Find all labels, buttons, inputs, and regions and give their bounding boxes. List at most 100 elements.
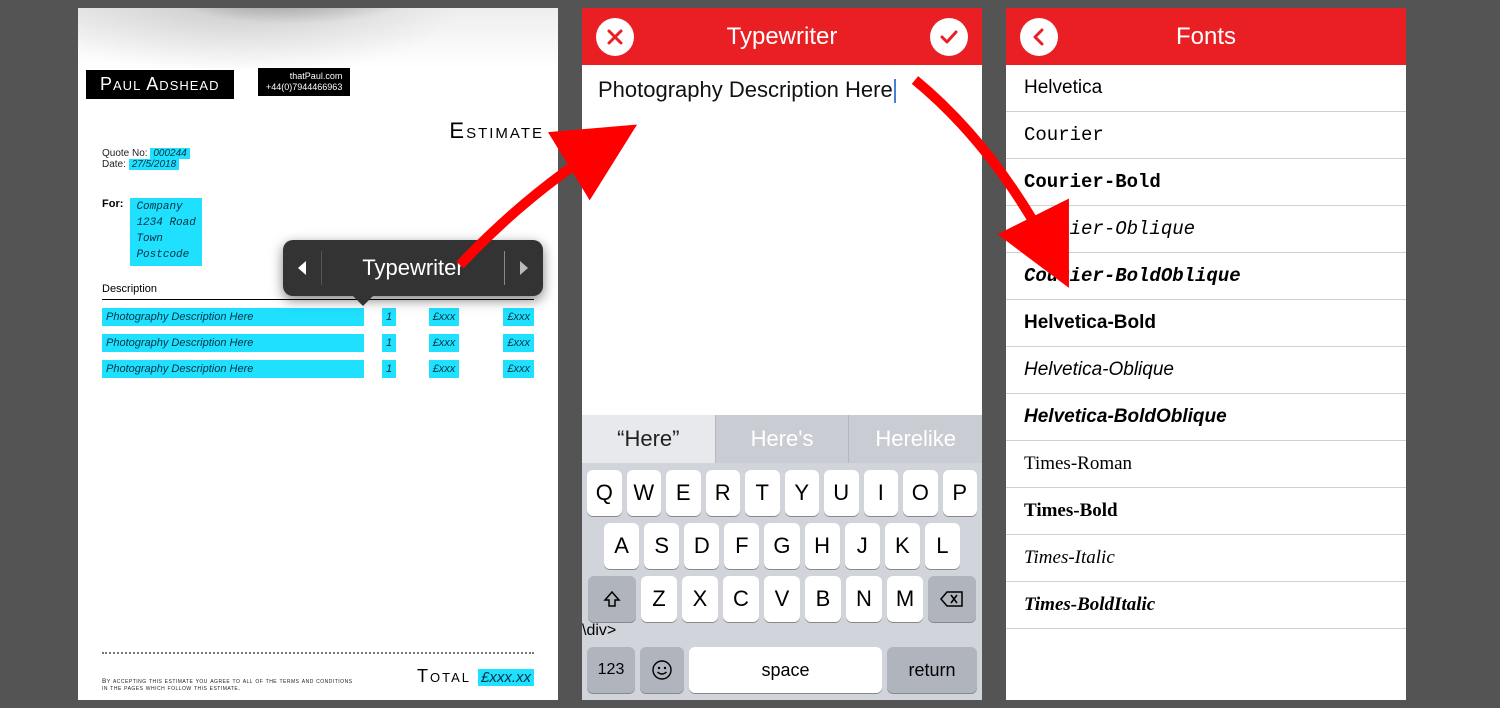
line-items-table: Description Amount Photography Descripti…	[102, 283, 534, 378]
key-t[interactable]: T	[745, 470, 780, 516]
recipient-address[interactable]: Company 1234 Road Town Postcode	[130, 198, 201, 266]
row-qty[interactable]: 1	[382, 334, 396, 352]
key-p[interactable]: P	[943, 470, 978, 516]
key-f[interactable]: F	[724, 523, 759, 569]
quote-label: Quote No:	[102, 148, 148, 159]
row-qty[interactable]: 1	[382, 360, 396, 378]
key-u[interactable]: U	[824, 470, 859, 516]
key-g[interactable]: G	[764, 523, 799, 569]
row-description[interactable]: Photography Description Here	[102, 360, 364, 378]
row-description[interactable]: Photography Description Here	[102, 308, 364, 326]
font-option[interactable]: Times-BoldItalic	[1006, 582, 1406, 629]
cancel-button[interactable]	[596, 18, 634, 56]
key-o[interactable]: O	[903, 470, 938, 516]
key-n[interactable]: N	[846, 576, 882, 622]
shift-key[interactable]	[588, 576, 636, 622]
total-label: Total	[417, 666, 471, 686]
key-j[interactable]: J	[845, 523, 880, 569]
key-b[interactable]: B	[805, 576, 841, 622]
key-q[interactable]: Q	[587, 470, 622, 516]
typewriter-title: Typewriter	[727, 23, 838, 51]
font-option[interactable]: Helvetica-Oblique	[1006, 347, 1406, 394]
total-value[interactable]: £xxx.xx	[478, 669, 534, 686]
recipient-block: For: Company 1234 Road Town Postcode	[102, 198, 202, 266]
back-button[interactable]	[1020, 18, 1058, 56]
terms-text: By accepting this estimate you agree to …	[102, 678, 358, 692]
font-option[interactable]: Courier-Oblique	[1006, 206, 1406, 253]
font-option[interactable]: Times-Italic	[1006, 535, 1406, 582]
chevron-left-icon	[295, 260, 309, 276]
key-v[interactable]: V	[764, 576, 800, 622]
popover-next-button[interactable]	[505, 240, 543, 296]
addr-line: Company	[136, 201, 182, 213]
emoji-key[interactable]	[640, 647, 684, 693]
popover-typewriter-button[interactable]: Typewriter	[322, 255, 504, 281]
font-list[interactable]: HelveticaCourierCourier-BoldCourier-Obli…	[1006, 65, 1406, 629]
space-key[interactable]: space	[689, 647, 882, 693]
key-m[interactable]: M	[887, 576, 923, 622]
key-e[interactable]: E	[666, 470, 701, 516]
row-rate[interactable]: £xxx	[429, 308, 460, 326]
suggestion[interactable]: Herelike	[849, 415, 982, 463]
key-x[interactable]: X	[682, 576, 718, 622]
key-w[interactable]: W	[627, 470, 662, 516]
row-amount[interactable]: £xxx	[503, 334, 534, 352]
typewriter-text-input[interactable]: Photography Description Here	[582, 65, 982, 387]
key-r[interactable]: R	[706, 470, 741, 516]
quote-value[interactable]: 000244	[150, 148, 189, 159]
divider	[102, 652, 534, 654]
font-option[interactable]: Helvetica	[1006, 65, 1406, 112]
key-y[interactable]: Y	[785, 470, 820, 516]
chevron-left-icon	[1031, 28, 1047, 46]
key-a[interactable]: A	[604, 523, 639, 569]
row-amount[interactable]: £xxx	[503, 308, 534, 326]
key-k[interactable]: K	[885, 523, 920, 569]
addr-line: 1234 Road	[136, 217, 195, 229]
key-h[interactable]: H	[805, 523, 840, 569]
key-i[interactable]: I	[864, 470, 899, 516]
font-option[interactable]: Courier-BoldOblique	[1006, 253, 1406, 300]
check-icon	[939, 28, 959, 46]
suggestion[interactable]: “Here”	[582, 415, 716, 463]
font-option[interactable]: Helvetica-BoldOblique	[1006, 394, 1406, 441]
key-s[interactable]: S	[644, 523, 679, 569]
font-option[interactable]: Times-Bold	[1006, 488, 1406, 535]
author-name: Paul Adshead	[86, 70, 234, 99]
confirm-button[interactable]	[930, 18, 968, 56]
table-row: Photography Description Here 1 £xxx £xxx	[102, 308, 534, 326]
close-icon	[606, 28, 624, 46]
key-c[interactable]: C	[723, 576, 759, 622]
key-z[interactable]: Z	[641, 576, 677, 622]
table-row: Photography Description Here 1 £xxx £xxx	[102, 360, 534, 378]
date-value[interactable]: 27/5/2018	[129, 159, 180, 170]
typewriter-header: Typewriter	[582, 8, 982, 65]
contact-info: thatPaul.com +44(0)7944466963	[258, 68, 350, 96]
total-line: Total £xxx.xx	[417, 666, 534, 687]
key-l[interactable]: L	[925, 523, 960, 569]
font-option[interactable]: Courier-Bold	[1006, 159, 1406, 206]
row-rate[interactable]: £xxx	[429, 360, 460, 378]
backspace-key[interactable]	[928, 576, 976, 622]
fonts-header: Fonts	[1006, 8, 1406, 65]
font-option[interactable]: Courier	[1006, 112, 1406, 159]
row-description[interactable]: Photography Description Here	[102, 334, 364, 352]
row-rate[interactable]: £xxx	[429, 334, 460, 352]
typewriter-text-value: Photography Description Here	[598, 77, 893, 102]
typewriter-screen: Typewriter Photography Description Here …	[582, 8, 982, 700]
font-option[interactable]: Times-Roman	[1006, 441, 1406, 488]
row-qty[interactable]: 1	[382, 308, 396, 326]
key-d[interactable]: D	[684, 523, 719, 569]
table-row: Photography Description Here 1 £xxx £xxx	[102, 334, 534, 352]
estimate-document: Paul Adshead thatPaul.com +44(0)79444669…	[78, 8, 558, 700]
return-key[interactable]: return	[887, 647, 977, 693]
popover-prev-button[interactable]	[283, 240, 321, 296]
for-label: For:	[102, 198, 123, 210]
decorative-swirl	[78, 8, 558, 68]
font-option[interactable]: Helvetica-Bold	[1006, 300, 1406, 347]
emoji-icon	[651, 659, 673, 681]
phone: +44(0)7944466963	[266, 82, 342, 93]
date-label: Date:	[102, 159, 126, 170]
row-amount[interactable]: £xxx	[503, 360, 534, 378]
numeric-key[interactable]: 123	[587, 647, 635, 693]
suggestion[interactable]: Here's	[716, 415, 850, 463]
